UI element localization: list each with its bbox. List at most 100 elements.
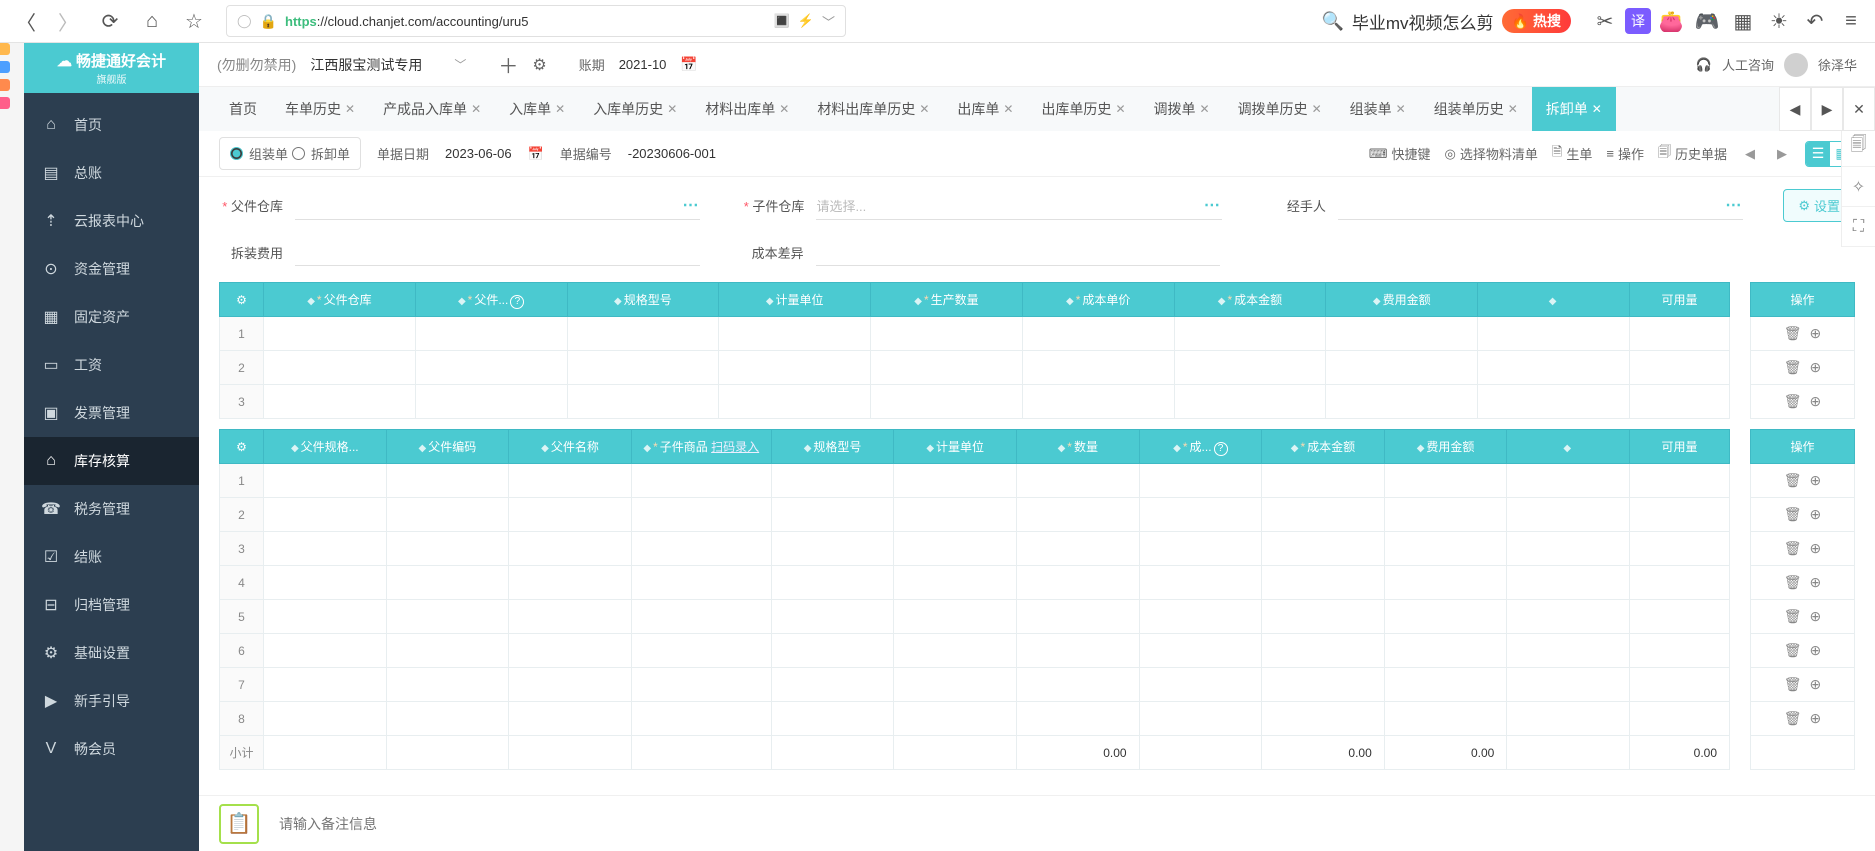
cell[interactable] [1384, 566, 1507, 600]
col-header[interactable]: ◆*生产数量 [871, 283, 1023, 317]
cell[interactable] [1478, 385, 1630, 419]
sidebar-item-8[interactable]: ☎税务管理 [24, 485, 199, 533]
table-row[interactable]: 3 [220, 532, 1730, 566]
tab-close-icon[interactable]: ✕ [1003, 102, 1013, 116]
sidebar-item-4[interactable]: ▦固定资产 [24, 293, 199, 341]
cell[interactable] [894, 600, 1017, 634]
col-header[interactable]: ◆*成本金额 [1174, 283, 1326, 317]
cell[interactable] [719, 351, 871, 385]
cell[interactable] [719, 385, 871, 419]
cell[interactable] [386, 498, 509, 532]
tab-close-icon[interactable]: ✕ [345, 102, 355, 116]
add-icon[interactable]: ⊕ [1810, 506, 1822, 522]
favorite-button[interactable]: ☆ [176, 7, 212, 35]
cell[interactable] [264, 702, 387, 736]
cell[interactable] [1016, 634, 1139, 668]
cell[interactable] [1630, 317, 1730, 351]
sidebar-item-1[interactable]: ▤总账 [24, 149, 199, 197]
child-wh-input[interactable]: 请选择...⋯ [816, 192, 1221, 220]
tab-scroll-right[interactable]: ▶ [1811, 87, 1843, 131]
tab-13[interactable]: 拆卸单✕ [1532, 87, 1616, 131]
cell[interactable] [1174, 317, 1326, 351]
add-icon[interactable]: ⊕ [1810, 608, 1822, 624]
cell[interactable] [771, 498, 894, 532]
parent-wh-input[interactable]: ⋯ [295, 192, 700, 220]
delete-icon[interactable]: 🗑 [1784, 710, 1802, 726]
cell[interactable] [1016, 532, 1139, 566]
create-voucher-link[interactable]: 🗎生单 [1552, 143, 1592, 165]
tab-close-icon[interactable]: ✕ [919, 102, 929, 116]
dismantle-fee-input[interactable] [295, 238, 700, 266]
cell[interactable] [1262, 464, 1385, 498]
tab-5[interactable]: 材料出库单✕ [691, 87, 803, 131]
history-link[interactable]: 🗐历史单据 [1658, 143, 1727, 165]
table-row[interactable]: 6 [220, 634, 1730, 668]
cell[interactable] [894, 498, 1017, 532]
cell[interactable] [1139, 566, 1262, 600]
search-text[interactable]: 毕业mv视频怎么剪 [1352, 9, 1494, 34]
radio-disassembly[interactable]: 拆卸单 [292, 144, 350, 163]
translate-icon[interactable]: 译 [1625, 8, 1651, 34]
cell[interactable] [509, 464, 632, 498]
table-row[interactable]: 1 [220, 464, 1730, 498]
cell[interactable] [1326, 351, 1478, 385]
cell[interactable] [1384, 634, 1507, 668]
settings-button[interactable]: ⚙ [532, 55, 546, 75]
cell[interactable] [1384, 464, 1507, 498]
cell[interactable] [386, 464, 509, 498]
theme-icon[interactable]: ☀ [1763, 7, 1795, 35]
cell[interactable] [1630, 566, 1730, 600]
cell[interactable] [1139, 498, 1262, 532]
cell[interactable] [1384, 702, 1507, 736]
prev-doc-arrow[interactable]: ◀ [1741, 146, 1759, 162]
cell[interactable] [386, 532, 509, 566]
delete-icon[interactable]: 🗑 [1784, 676, 1802, 692]
cell[interactable] [264, 600, 387, 634]
table-row[interactable]: 4 [220, 566, 1730, 600]
delete-icon[interactable]: 🗑 [1784, 574, 1802, 590]
cell[interactable] [1630, 498, 1730, 532]
table-row[interactable]: 1 [220, 317, 1730, 351]
scan-link[interactable]: 扫码录入 [711, 440, 759, 454]
cell[interactable] [1016, 498, 1139, 532]
sidebar-item-12[interactable]: ▶新手引导 [24, 677, 199, 725]
cell[interactable] [1630, 464, 1730, 498]
cell[interactable] [415, 385, 567, 419]
cell[interactable] [264, 668, 387, 702]
sidebar-item-11[interactable]: ⚙基础设置 [24, 629, 199, 677]
home-button[interactable]: ⌂ [134, 7, 170, 35]
cell[interactable] [264, 317, 416, 351]
cell[interactable] [1507, 702, 1630, 736]
table-row[interactable]: 7 [220, 668, 1730, 702]
cell[interactable] [386, 566, 509, 600]
material-list-link[interactable]: ◎选择物料清单 [1445, 144, 1538, 163]
col-header[interactable]: ◆*父件仓库 [264, 283, 416, 317]
delete-icon[interactable]: 🗑 [1784, 540, 1802, 556]
col-header[interactable]: ◆父件规格... [264, 430, 387, 464]
cell[interactable] [1507, 600, 1630, 634]
cell[interactable] [264, 385, 416, 419]
headset-icon[interactable]: 🎧 [1696, 57, 1712, 73]
tab-0[interactable]: 首页 [215, 87, 271, 131]
gear-header[interactable]: ⚙ [220, 283, 264, 317]
col-header[interactable]: ◆父件编码 [386, 430, 509, 464]
delete-icon[interactable]: 🗑 [1784, 359, 1802, 375]
cell[interactable] [264, 566, 387, 600]
tab-3[interactable]: 入库单✕ [495, 87, 579, 131]
cell[interactable] [1262, 634, 1385, 668]
cell[interactable] [264, 532, 387, 566]
cell[interactable] [1016, 600, 1139, 634]
col-header[interactable]: ◆*成...? [1139, 430, 1262, 464]
restore-icon[interactable]: ↶ [1799, 7, 1831, 35]
tab-8[interactable]: 出库单历史✕ [1027, 87, 1139, 131]
col-header[interactable]: ◆费用金额 [1326, 283, 1478, 317]
cell[interactable] [509, 498, 632, 532]
tab-scroll-left[interactable]: ◀ [1779, 87, 1811, 131]
next-doc-arrow[interactable]: ▶ [1773, 146, 1791, 162]
cell[interactable] [509, 634, 632, 668]
cell[interactable] [1630, 634, 1730, 668]
scissors-icon[interactable]: ✂ [1589, 7, 1621, 35]
cell[interactable] [509, 566, 632, 600]
cell[interactable] [509, 702, 632, 736]
hot-search-badge[interactable]: 🔥热搜 [1502, 9, 1571, 33]
